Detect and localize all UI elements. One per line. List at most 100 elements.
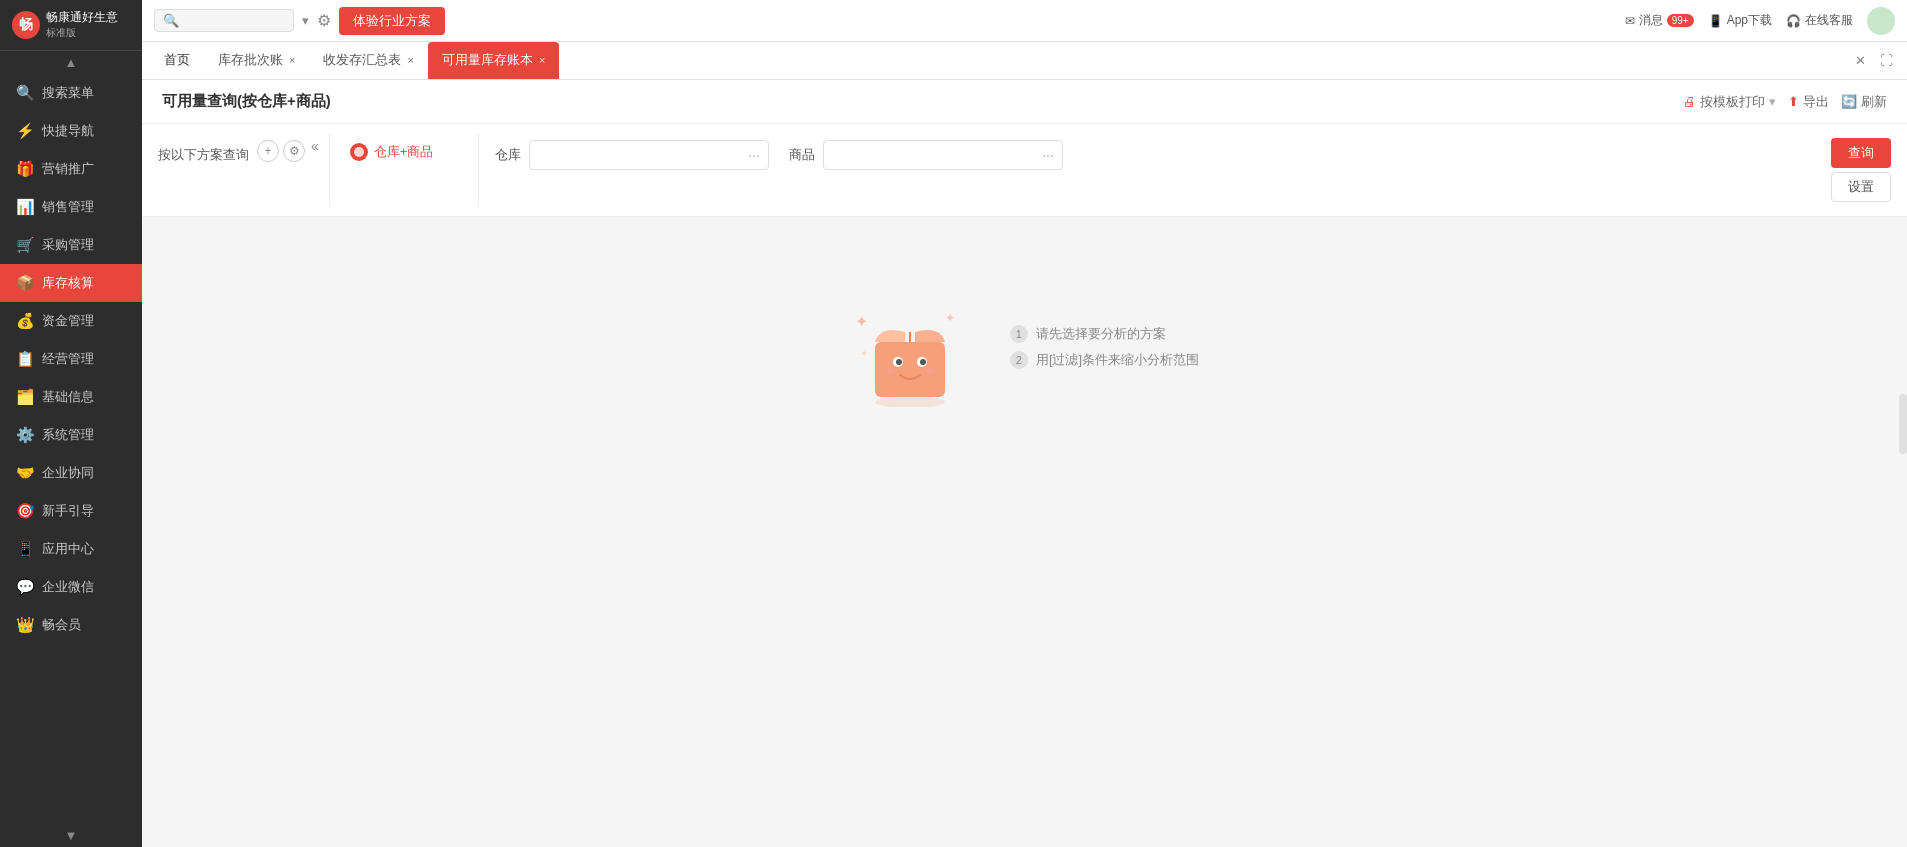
warehouse-input[interactable]: ··· [529, 140, 769, 170]
query-area: 按以下方案查询 + ⚙ « 仓库+商品 仓库 [142, 124, 1907, 217]
sidebar-item-label: 营销推广 [42, 160, 94, 178]
gear-icon[interactable]: ⚙ [317, 11, 331, 30]
goods-field-group: 商品 ··· [789, 140, 1063, 170]
sidebar-item-search[interactable]: 🔍 搜索菜单 [0, 74, 142, 112]
app-name: 畅康通好生意 [46, 10, 118, 26]
scroll-down-btn[interactable]: ▼ [0, 824, 142, 847]
settings-scheme-btn[interactable]: ⚙ [283, 140, 305, 162]
svg-point-0 [354, 147, 364, 157]
export-label: 导出 [1803, 93, 1829, 111]
print-dropdown-icon[interactable]: ▾ [1769, 94, 1776, 109]
sidebar-item-label: 库存核算 [42, 274, 94, 292]
tab-close-all-btn[interactable]: ✕ [1847, 42, 1874, 79]
sidebar-item-system[interactable]: ⚙️ 系统管理 [0, 416, 142, 454]
page-header: 可用量查询(按仓库+商品) 🖨 按模板打印 ▾ ⬆ 导出 🔄 刷新 [142, 80, 1907, 124]
export-action[interactable]: ⬆ 导出 [1788, 93, 1829, 111]
empty-illustration: ✦ ✦ ✦ [850, 297, 970, 397]
topbar-actions: ✉ 消息 99+ 📱 App下载 🎧 在线客服 [1625, 7, 1895, 35]
search-input[interactable] [183, 14, 283, 28]
query-button[interactable]: 查询 [1831, 138, 1891, 168]
sidebar-item-membership[interactable]: 👑 畅会员 [0, 606, 142, 644]
sidebar-item-finance[interactable]: 💰 资金管理 [0, 302, 142, 340]
export-icon: ⬆ [1788, 94, 1799, 109]
message-action[interactable]: ✉ 消息 99+ [1625, 12, 1694, 29]
scrollbar-hint [1899, 394, 1907, 454]
print-label: 按模板打印 [1700, 93, 1765, 111]
refresh-action[interactable]: 🔄 刷新 [1841, 93, 1887, 111]
tab-home[interactable]: 首页 [150, 42, 204, 79]
query-label: 按以下方案查询 [158, 138, 249, 164]
tab-expand-btn[interactable]: ⛶ [1874, 42, 1899, 79]
new-guide-icon: 🎯 [16, 502, 34, 520]
svg-text:✦: ✦ [855, 313, 868, 330]
tab-available-stock-label: 可用量库存账本 [442, 51, 533, 69]
sidebar-item-purchase[interactable]: 🛒 采购管理 [0, 226, 142, 264]
app-download-action[interactable]: 📱 App下载 [1708, 12, 1772, 29]
sidebar-item-basic-info[interactable]: 🗂️ 基础信息 [0, 378, 142, 416]
tip-text-2: 用[过滤]条件来缩小分析范围 [1036, 351, 1199, 369]
settings-button[interactable]: 设置 [1831, 172, 1891, 202]
sidebar-item-app-center[interactable]: 📱 应用中心 [0, 530, 142, 568]
collapse-btn[interactable]: « [305, 138, 325, 154]
service-icon: 🎧 [1786, 14, 1801, 28]
query-divider [329, 134, 330, 206]
tip-num-2: 2 [1010, 351, 1028, 369]
tab-collection-summary-close[interactable]: × [407, 54, 413, 66]
add-scheme-btn[interactable]: + [257, 140, 279, 162]
empty-state-content: ✦ ✦ ✦ 1 请先选择要分析的方案 2 用[过滤]条件来缩小分析范围 [850, 297, 1199, 397]
sidebar-item-new-guide[interactable]: 🎯 新手引导 [0, 492, 142, 530]
app-logo: 畅 畅康通好生意 标准版 [0, 0, 142, 51]
sidebar-item-marketing[interactable]: 🎁 营销推广 [0, 150, 142, 188]
warehouse-more-icon[interactable]: ··· [748, 147, 760, 163]
sidebar-item-label: 搜索菜单 [42, 84, 94, 102]
query-divider2 [478, 134, 479, 206]
sidebar-item-wechat[interactable]: 💬 企业微信 [0, 568, 142, 606]
svg-point-9 [925, 368, 935, 374]
tab-batch-account[interactable]: 库存批次账 × [204, 42, 309, 79]
sidebar: 畅 畅康通好生意 标准版 ▲ 🔍 搜索菜单 ⚡ 快捷导航 🎁 营销推广 📊 销售… [0, 0, 142, 847]
sidebar-item-label: 企业协同 [42, 464, 94, 482]
tab-available-stock-close[interactable]: × [539, 54, 545, 66]
online-service-action[interactable]: 🎧 在线客服 [1786, 12, 1853, 29]
svg-point-6 [896, 359, 902, 365]
logo-info: 畅康通好生意 标准版 [46, 10, 118, 40]
tip-num-1: 1 [1010, 325, 1028, 343]
sidebar-item-sales[interactable]: 📊 销售管理 [0, 188, 142, 226]
sidebar-item-label: 采购管理 [42, 236, 94, 254]
trial-button[interactable]: 体验行业方案 [339, 7, 445, 35]
tab-collection-summary-label: 收发存汇总表 [323, 51, 401, 69]
scheme-item-warehouse-goods[interactable]: 仓库+商品 [342, 138, 466, 166]
app-version: 标准版 [46, 26, 118, 40]
tab-available-stock[interactable]: 可用量库存账本 × [428, 42, 559, 79]
goods-label: 商品 [789, 146, 815, 164]
app-center-icon: 📱 [16, 540, 34, 558]
membership-icon: 👑 [16, 616, 34, 634]
logo-icon: 畅 [12, 11, 40, 39]
system-icon: ⚙️ [16, 426, 34, 444]
dropdown-arrow-icon[interactable]: ▾ [302, 13, 309, 28]
page-header-actions: 🖨 按模板打印 ▾ ⬆ 导出 🔄 刷新 [1683, 93, 1887, 111]
empty-tips: 1 请先选择要分析的方案 2 用[过滤]条件来缩小分析范围 [1010, 325, 1199, 369]
query-icon-group: + ⚙ [257, 138, 305, 162]
scroll-up-btn[interactable]: ▲ [0, 51, 142, 74]
tabbar: 首页 库存批次账 × 收发存汇总表 × 可用量库存账本 × ✕ ⛶ [142, 42, 1907, 80]
goods-input[interactable]: ··· [823, 140, 1063, 170]
tab-batch-account-close[interactable]: × [289, 54, 295, 66]
message-label: 消息 [1639, 12, 1663, 29]
sidebar-item-label: 新手引导 [42, 502, 94, 520]
print-action[interactable]: 🖨 按模板打印 ▾ [1683, 93, 1776, 111]
sidebar-item-quick-nav[interactable]: ⚡ 快捷导航 [0, 112, 142, 150]
sidebar-item-inventory[interactable]: 📦 库存核算 [0, 264, 142, 302]
query-label-row: 按以下方案查询 + ⚙ « [158, 134, 325, 164]
tab-collection-summary[interactable]: 收发存汇总表 × [309, 42, 427, 79]
topbar-search-box[interactable]: 🔍 [154, 9, 294, 32]
finance-icon: 💰 [16, 312, 34, 330]
user-avatar[interactable] [1867, 7, 1895, 35]
warehouse-label: 仓库 [495, 146, 521, 164]
refresh-icon: 🔄 [1841, 94, 1857, 109]
sidebar-item-operations[interactable]: 📋 经营管理 [0, 340, 142, 378]
goods-more-icon[interactable]: ··· [1042, 147, 1054, 163]
sidebar-item-cooperation[interactable]: 🤝 企业协同 [0, 454, 142, 492]
app-download-label: App下载 [1727, 12, 1772, 29]
scheme-label: 仓库+商品 [374, 143, 434, 161]
